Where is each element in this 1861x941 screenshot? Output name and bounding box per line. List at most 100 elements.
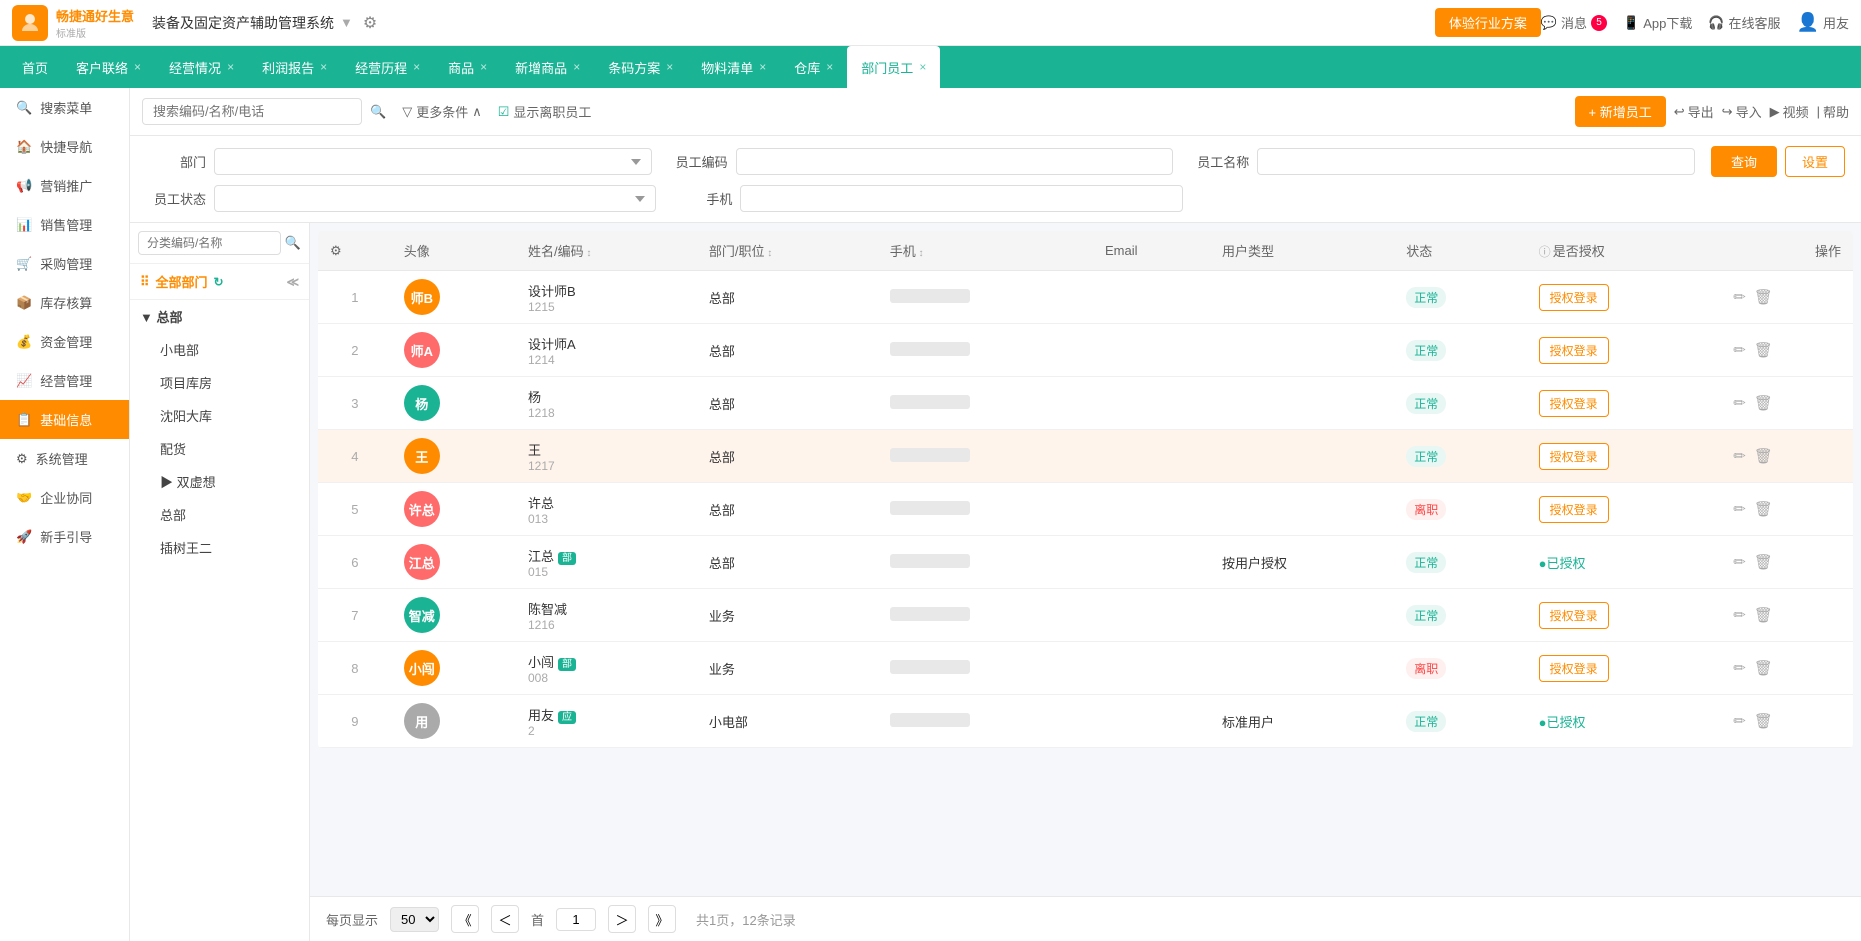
tab-home[interactable]: 首页 bbox=[8, 46, 62, 88]
auth-button[interactable]: 授权登录 bbox=[1539, 655, 1609, 682]
edit-icon[interactable]: ✏ bbox=[1733, 447, 1746, 465]
help-button[interactable]: | 帮助 bbox=[1817, 102, 1849, 121]
sidebar-item-purchase[interactable]: 🛒 采购管理 bbox=[0, 244, 129, 283]
sidebar-item-search[interactable]: 🔍 搜索菜单 bbox=[0, 88, 129, 127]
checkbox-icon[interactable]: ☑ bbox=[498, 104, 510, 120]
emp-code-input[interactable] bbox=[736, 148, 1174, 175]
dept-tree-item-peihuo[interactable]: 配货 bbox=[130, 432, 309, 465]
tab-profit[interactable]: 利润报告 × bbox=[248, 46, 341, 88]
status-select[interactable] bbox=[214, 185, 656, 212]
col-gear[interactable]: ⚙ bbox=[318, 231, 392, 271]
tab-operations[interactable]: 经营情况 × bbox=[155, 46, 248, 88]
dept-tree-item-shenyang[interactable]: 沈阳大库 bbox=[130, 399, 309, 432]
edit-icon[interactable]: ✏ bbox=[1733, 288, 1746, 306]
tab-close-customer[interactable]: × bbox=[134, 60, 141, 74]
sidebar-item-sales[interactable]: 📊 销售管理 bbox=[0, 205, 129, 244]
sidebar-item-collab[interactable]: 🤝 企业协同 bbox=[0, 478, 129, 517]
gear-icon[interactable]: ⚙ bbox=[330, 243, 342, 258]
auth-button[interactable]: 授权登录 bbox=[1539, 602, 1609, 629]
edit-icon[interactable]: ✏ bbox=[1733, 659, 1746, 677]
online-service-button[interactable]: 🎧 在线客服 bbox=[1708, 13, 1780, 32]
tab-close-barcode[interactable]: × bbox=[666, 60, 673, 74]
tab-close-operations[interactable]: × bbox=[227, 60, 234, 74]
app-download-button[interactable]: 📱 App下载 bbox=[1623, 13, 1692, 32]
dept-tree-item-root[interactable]: ▼ 总部 bbox=[130, 300, 309, 333]
dept-search-input[interactable] bbox=[138, 231, 281, 255]
user-button[interactable]: 👤 用友 bbox=[1797, 12, 1849, 33]
message-button[interactable]: 💬 消息 5 bbox=[1541, 13, 1607, 32]
edit-icon[interactable]: ✏ bbox=[1733, 712, 1746, 730]
sidebar-item-mgmt[interactable]: 📈 经营管理 bbox=[0, 361, 129, 400]
col-phone[interactable]: 手机 bbox=[878, 231, 1093, 271]
delete-icon[interactable]: 🗑 bbox=[1754, 288, 1773, 306]
delete-icon[interactable]: 🗑 bbox=[1754, 659, 1773, 677]
edit-icon[interactable]: ✏ bbox=[1733, 606, 1746, 624]
col-name[interactable]: 姓名/编码 bbox=[516, 231, 697, 271]
next-page-button[interactable]: ＞ bbox=[608, 905, 636, 933]
tab-close-goods[interactable]: × bbox=[480, 60, 487, 74]
edit-icon[interactable]: ✏ bbox=[1733, 341, 1746, 359]
tab-goods[interactable]: 商品 × bbox=[434, 46, 501, 88]
dropdown-arrow-icon[interactable]: ▼ bbox=[340, 15, 353, 30]
tab-history[interactable]: 经营历程 × bbox=[341, 46, 434, 88]
auth-button[interactable]: 授权登录 bbox=[1539, 284, 1609, 311]
edit-icon[interactable]: ✏ bbox=[1733, 553, 1746, 571]
search-icon-btn[interactable]: 🔍 bbox=[370, 104, 386, 120]
edit-icon[interactable]: ✏ bbox=[1733, 500, 1746, 518]
auth-button[interactable]: 授权登录 bbox=[1539, 337, 1609, 364]
delete-icon[interactable]: 🗑 bbox=[1754, 712, 1773, 730]
page-number-input[interactable] bbox=[556, 908, 596, 931]
sidebar-item-finance[interactable]: 💰 资金管理 bbox=[0, 322, 129, 361]
first-page-button[interactable]: 《 bbox=[451, 905, 479, 933]
delete-icon[interactable]: 🗑 bbox=[1754, 341, 1773, 359]
prev-page-button[interactable]: ＜ bbox=[491, 905, 519, 933]
sidebar-item-system[interactable]: ⚙ 系统管理 bbox=[0, 439, 129, 478]
add-employee-button[interactable]: + 新增员工 bbox=[1575, 96, 1666, 127]
dept-select[interactable] bbox=[214, 148, 652, 175]
import-button[interactable]: ↪ 导入 bbox=[1722, 102, 1762, 121]
reset-button[interactable]: 设置 bbox=[1785, 146, 1845, 177]
auth-button[interactable]: 授权登录 bbox=[1539, 443, 1609, 470]
dept-tree-item-chashuwang[interactable]: 插树王二 bbox=[130, 531, 309, 564]
col-dept[interactable]: 部门/职位 bbox=[697, 231, 878, 271]
show-resigned-toggle[interactable]: ☑ 显示离职员工 bbox=[498, 102, 592, 121]
search-input[interactable] bbox=[142, 98, 362, 125]
tab-warehouse[interactable]: 仓库 × bbox=[780, 46, 847, 88]
tab-add-goods[interactable]: 新增商品 × bbox=[501, 46, 594, 88]
tab-close-bom[interactable]: × bbox=[759, 60, 766, 74]
dept-tree-item-project[interactable]: 项目库房 bbox=[130, 366, 309, 399]
last-page-button[interactable]: 》 bbox=[648, 905, 676, 933]
tab-close-warehouse[interactable]: × bbox=[826, 60, 833, 74]
trial-button[interactable]: 体验行业方案 bbox=[1435, 8, 1541, 37]
emp-name-input[interactable] bbox=[1257, 148, 1695, 175]
tab-customer[interactable]: 客户联络 × bbox=[62, 46, 155, 88]
delete-icon[interactable]: 🗑 bbox=[1754, 553, 1773, 571]
export-button[interactable]: ↩ 导出 bbox=[1674, 102, 1714, 121]
sidebar-item-nav[interactable]: 🏠 快捷导航 bbox=[0, 127, 129, 166]
phone-input[interactable] bbox=[740, 185, 1182, 212]
dept-collapse-button[interactable]: ≪ bbox=[286, 275, 299, 289]
tab-close-profit[interactable]: × bbox=[320, 60, 327, 74]
tab-close-history[interactable]: × bbox=[413, 60, 420, 74]
edit-icon[interactable]: ✏ bbox=[1733, 394, 1746, 412]
sidebar-item-guide[interactable]: 🚀 新手引导 bbox=[0, 517, 129, 556]
more-filter-button[interactable]: ▽ 更多条件 ∧ bbox=[394, 98, 490, 125]
auth-button[interactable]: 授权登录 bbox=[1539, 496, 1609, 523]
delete-icon[interactable]: 🗑 bbox=[1754, 606, 1773, 624]
tab-close-employees[interactable]: × bbox=[919, 60, 926, 74]
sidebar-item-inventory[interactable]: 📦 库存核算 bbox=[0, 283, 129, 322]
delete-icon[interactable]: 🗑 bbox=[1754, 447, 1773, 465]
delete-icon[interactable]: 🗑 bbox=[1754, 500, 1773, 518]
search-action-button[interactable]: 查询 bbox=[1711, 146, 1777, 177]
dept-refresh-icon[interactable]: ↻ bbox=[214, 275, 224, 289]
sidebar-item-marketing[interactable]: 📢 营销推广 bbox=[0, 166, 129, 205]
sidebar-item-basic[interactable]: 📋 基础信息 bbox=[0, 400, 129, 439]
view-button[interactable]: ▶ 视频 bbox=[1770, 102, 1809, 121]
tab-employees[interactable]: 部门员工 × bbox=[847, 46, 940, 88]
dept-tree-item-xiaodian[interactable]: 小电部 bbox=[130, 333, 309, 366]
tab-bom[interactable]: 物料清单 × bbox=[687, 46, 780, 88]
dept-tree-item-shuangxu[interactable]: ▶ 双虚想 bbox=[130, 465, 309, 498]
auth-button[interactable]: 授权登录 bbox=[1539, 390, 1609, 417]
delete-icon[interactable]: 🗑 bbox=[1754, 394, 1773, 412]
page-size-select[interactable]: 50 bbox=[390, 907, 439, 932]
